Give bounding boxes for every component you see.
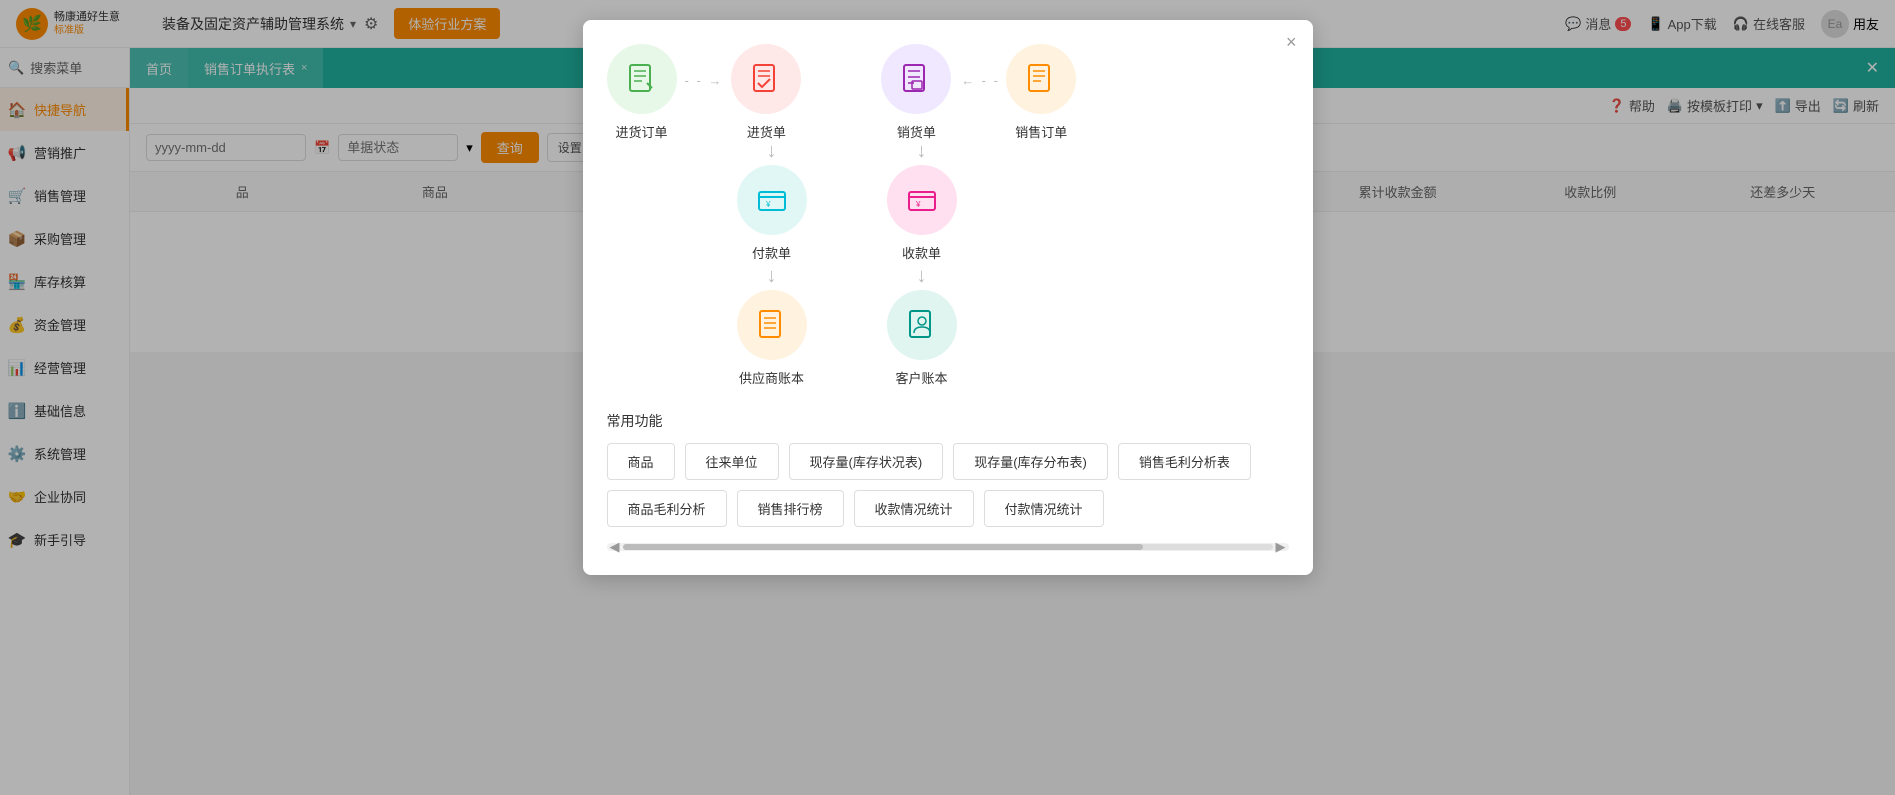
flow-arrow-1: - - → bbox=[685, 73, 724, 112]
flow-arrow-2: - - → bbox=[959, 73, 998, 112]
flow-row-1: 进货订单 - - → bbox=[607, 48, 1289, 141]
purchase-bill-icon bbox=[748, 61, 784, 97]
customer-account-label: 客户账本 bbox=[895, 368, 947, 387]
flow-node-customer-account[interactable]: 客户账本 bbox=[887, 290, 957, 387]
purchase-bill-circle bbox=[731, 48, 801, 114]
flow-row-arrows2: ↓ ↓ bbox=[607, 266, 1289, 286]
purchase-order-label: 进货订单 bbox=[615, 122, 667, 141]
modal: × bbox=[583, 48, 1313, 575]
flow-node-purchase-order[interactable]: 进货订单 bbox=[607, 48, 677, 141]
sale-order-icon bbox=[1023, 61, 1059, 97]
flow-row-2: ¥ 付款单 bbox=[607, 165, 1289, 262]
purchase-order-circle bbox=[607, 48, 677, 114]
flow-row-arrows: ↓ ↓ bbox=[607, 141, 1289, 161]
modal-close-btn[interactable]: × bbox=[1286, 48, 1297, 53]
svg-text:¥: ¥ bbox=[765, 200, 771, 209]
sale-order-circle bbox=[1006, 48, 1076, 114]
app-wrapper: 🌿 畅康通好生意 标准版 装备及固定资产辅助管理系统 ▾ ⚙ 体验行业方案 💬 … bbox=[0, 0, 1895, 795]
supplier-account-icon bbox=[754, 307, 790, 343]
content-area: 首页 销售订单执行表 × ✕ ❓ 帮助 bbox=[130, 48, 1895, 795]
func-btn-3[interactable]: 现存量(库存分布表) bbox=[953, 443, 1108, 480]
func-btn-1[interactable]: 往来单位 bbox=[685, 443, 779, 480]
func-btn-7[interactable]: 收款情况统计 bbox=[854, 490, 974, 527]
supplier-account-circle bbox=[737, 290, 807, 360]
sale-bill-label: 销货单 bbox=[897, 122, 936, 141]
flow-node-receipt[interactable]: ¥ 收款单 bbox=[887, 165, 957, 262]
flow-row-3: 供应商账本 bbox=[607, 290, 1289, 387]
func-btn-4[interactable]: 销售毛利分析表 bbox=[1118, 443, 1251, 480]
func-btn-6[interactable]: 销售排行榜 bbox=[737, 490, 844, 527]
down-arrow-purchase: ↓ bbox=[737, 141, 807, 161]
func-btn-8[interactable]: 付款情况统计 bbox=[984, 490, 1104, 527]
payment-circle: ¥ bbox=[737, 165, 807, 235]
receipt-label: 收款单 bbox=[902, 243, 941, 262]
common-funcs: 常用功能 商品往来单位现存量(库存状况表)现存量(库存分布表)销售毛利分析表商品… bbox=[607, 411, 1289, 527]
scrollbar-track[interactable] bbox=[623, 544, 1273, 550]
sale-order-label: 销售订单 bbox=[1015, 122, 1067, 141]
purchase-bill-label: 进货单 bbox=[747, 122, 786, 141]
supplier-account-label: 供应商账本 bbox=[739, 368, 804, 387]
modal-overlay[interactable]: × bbox=[130, 48, 1895, 795]
scrollbar-thumb bbox=[623, 544, 1143, 550]
flow-node-sale-order[interactable]: 销售订单 bbox=[1006, 48, 1076, 141]
flow-node-payment[interactable]: ¥ 付款单 bbox=[737, 165, 807, 262]
flow-node-supplier-account[interactable]: 供应商账本 bbox=[737, 290, 807, 387]
sale-bill-circle bbox=[881, 48, 951, 114]
sale-bill-icon bbox=[898, 61, 934, 97]
down-arrow-payment: ↓ bbox=[737, 266, 807, 286]
down-arrow-receipt: ↓ bbox=[887, 266, 957, 286]
flow-node-purchase-bill[interactable]: 进货单 bbox=[731, 48, 801, 141]
receipt-icon: ¥ bbox=[904, 182, 940, 218]
func-btn-5[interactable]: 商品毛利分析 bbox=[607, 490, 727, 527]
func-btn-0[interactable]: 商品 bbox=[607, 443, 675, 480]
purchase-order-icon bbox=[624, 61, 660, 97]
svg-text:¥: ¥ bbox=[915, 200, 921, 209]
customer-account-icon bbox=[904, 307, 940, 343]
payment-label: 付款单 bbox=[752, 243, 791, 262]
customer-account-circle bbox=[887, 290, 957, 360]
content-inner: ❓ 帮助 🖨️ 按模板打印 ▾ ⬆️ 导出 � bbox=[130, 88, 1895, 795]
func-buttons: 商品往来单位现存量(库存状况表)现存量(库存分布表) 销售毛利分析表商品毛利分析销… bbox=[607, 443, 1289, 527]
modal-scrollbar[interactable]: ◀ ▶ bbox=[607, 543, 1289, 551]
main-area: 🔍 搜索菜单 🏠 快捷导航 📢 营销推广 🛒 销售管理 📦 采购管理 🏪 bbox=[0, 48, 1895, 795]
down-arrow-sale: ↓ bbox=[887, 141, 957, 161]
scrollbar-right-arrow[interactable]: ▶ bbox=[1273, 539, 1289, 555]
flow-node-sale-bill[interactable]: 销货单 bbox=[881, 48, 951, 141]
flow-diagram: 进货订单 - - → bbox=[607, 48, 1289, 387]
scrollbar-left-arrow[interactable]: ◀ bbox=[607, 539, 623, 555]
func-btn-2[interactable]: 现存量(库存状况表) bbox=[789, 443, 944, 480]
common-funcs-title: 常用功能 bbox=[607, 411, 1289, 431]
receipt-circle: ¥ bbox=[887, 165, 957, 235]
payment-icon: ¥ bbox=[754, 182, 790, 218]
